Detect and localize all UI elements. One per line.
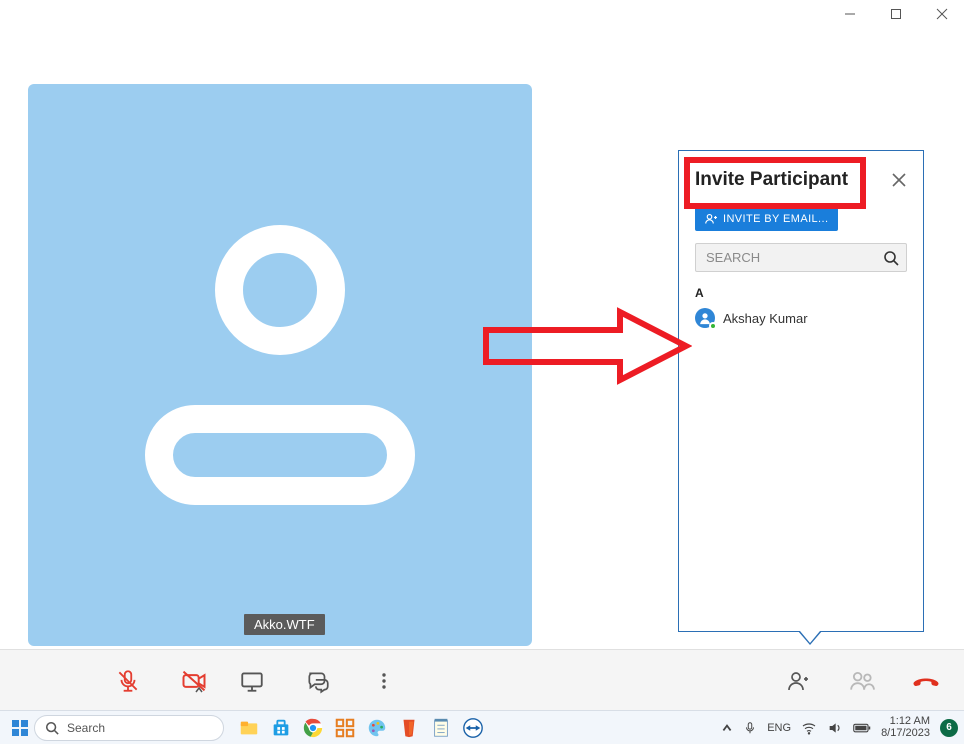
add-user-icon [705,213,717,225]
taskbar-search-label: Search [67,721,105,735]
invite-by-email-label: INVITE BY EMAIL... [723,213,828,225]
app-icon[interactable] [398,717,420,739]
close-window-button[interactable] [920,0,964,28]
chat-button[interactable] [300,663,336,699]
minimize-button[interactable] [828,0,872,28]
invite-panel: Invite Participant INVITE BY EMAIL... A … [678,150,924,632]
avatar [695,308,715,328]
contact-section-letter: A [695,286,907,300]
battery-tray-icon[interactable] [853,722,871,734]
maximize-button[interactable] [874,0,918,28]
teamviewer-icon[interactable] [462,717,484,739]
more-options-button[interactable] [366,663,402,699]
invite-participant-button[interactable] [780,663,816,699]
participants-list-button[interactable] [844,663,880,699]
contact-name: Akshay Kumar [723,311,808,326]
mute-mic-button[interactable] [110,663,146,699]
app-icon[interactable] [334,717,356,739]
volume-tray-icon[interactable] [827,720,843,736]
presence-online-icon [709,322,717,330]
paint-icon[interactable] [366,717,388,739]
file-explorer-icon[interactable] [238,717,260,739]
microphone-tray-icon[interactable] [743,721,757,735]
close-icon[interactable] [891,172,907,188]
taskbar-clock[interactable]: 1:12 AM 8/17/2023 [881,716,930,739]
contact-item[interactable]: Akshay Kumar [695,308,907,328]
participant-video-tile[interactable] [28,84,532,646]
search-input[interactable] [695,243,907,272]
default-avatar-icon [130,185,430,545]
language-tray-icon[interactable]: ENG [767,722,791,734]
share-screen-button[interactable] [234,663,270,699]
participant-name-badge: Akko.WTF [244,614,325,635]
window-controls [828,0,964,28]
clock-time: 1:12 AM [881,716,930,728]
search-icon [883,250,899,266]
invite-by-email-button[interactable]: INVITE BY EMAIL... [695,207,838,231]
notifications-badge[interactable]: 6 [940,719,958,737]
start-button[interactable] [6,714,34,742]
camera-options-chevron[interactable] [194,685,204,695]
taskbar-search[interactable]: Search [34,715,224,741]
search-icon [45,721,59,735]
microsoft-store-icon[interactable] [270,717,292,739]
annotation-box [684,157,866,209]
end-call-button[interactable] [908,663,944,699]
notepad-icon[interactable] [430,717,452,739]
tray-chevron-icon[interactable] [721,722,733,734]
call-controls [0,649,964,711]
clock-date: 8/17/2023 [881,728,930,740]
chrome-icon[interactable] [302,717,324,739]
popover-caret [798,631,822,645]
windows-taskbar: Search ENG 1:12 AM 8/17/2023 6 [0,710,964,744]
wifi-tray-icon[interactable] [801,720,817,736]
